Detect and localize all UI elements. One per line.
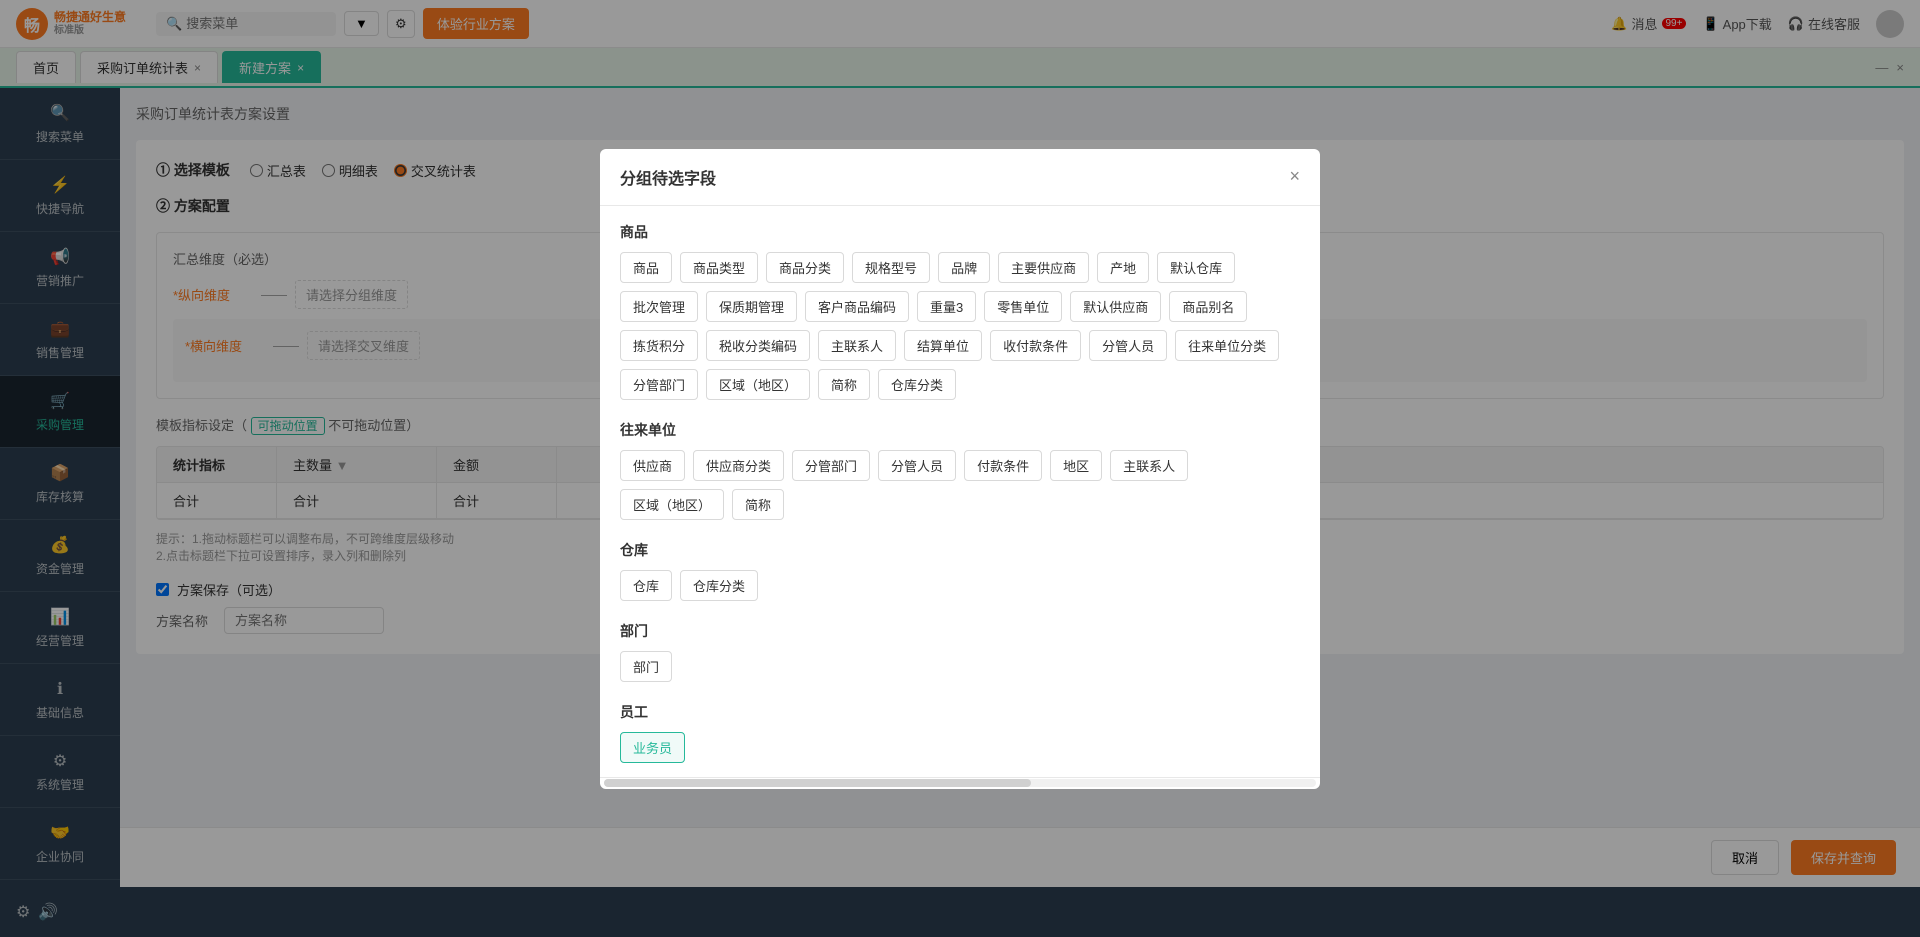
field-group-dept: 部门 部门: [620, 621, 1300, 682]
partner-group-title: 往来单位: [620, 420, 1300, 440]
field-chip[interactable]: 规格型号: [852, 252, 930, 283]
field-chip[interactable]: 区域（地区）: [620, 489, 724, 520]
field-chip[interactable]: 区域（地区）: [706, 369, 810, 400]
modal-hscroll[interactable]: [600, 777, 1320, 788]
field-chip[interactable]: 保质期管理: [706, 291, 797, 322]
field-chip[interactable]: 主联系人: [818, 330, 896, 361]
field-chip[interactable]: 默认仓库: [1157, 252, 1235, 283]
field-group-partner: 往来单位 供应商 供应商分类 分管部门 分管人员 付款条件 地区 主联系人 区域…: [620, 420, 1300, 520]
field-group-warehouse: 仓库 仓库 仓库分类: [620, 540, 1300, 601]
field-chip[interactable]: 分管人员: [1089, 330, 1167, 361]
dept-group-title: 部门: [620, 621, 1300, 641]
field-chip[interactable]: 往来单位分类: [1175, 330, 1279, 361]
field-chip[interactable]: 仓库分类: [680, 570, 758, 601]
field-chip[interactable]: 品牌: [938, 252, 990, 283]
warehouse-group-title: 仓库: [620, 540, 1300, 560]
field-chip[interactable]: 仓库分类: [878, 369, 956, 400]
modal-body: 商品 商品 商品类型 商品分类 规格型号 品牌 主要供应商 产地 默认仓库 批次…: [600, 206, 1320, 778]
dept-chips: 部门: [620, 651, 1300, 682]
field-chip[interactable]: 税收分类编码: [706, 330, 810, 361]
field-chip[interactable]: 商品: [620, 252, 672, 283]
field-chip[interactable]: 供应商分类: [693, 450, 784, 481]
employee-chips: 业务员: [620, 732, 1300, 763]
field-chip[interactable]: 部门: [620, 651, 672, 682]
field-chip[interactable]: 商品别名: [1169, 291, 1247, 322]
field-chip[interactable]: 商品分类: [766, 252, 844, 283]
field-chip[interactable]: 收付款条件: [990, 330, 1081, 361]
field-chip[interactable]: 客户商品编码: [805, 291, 909, 322]
field-chip[interactable]: 仓库: [620, 570, 672, 601]
goods-chips: 商品 商品类型 商品分类 规格型号 品牌 主要供应商 产地 默认仓库 批次管理 …: [620, 252, 1300, 400]
field-chip[interactable]: 分管人员: [878, 450, 956, 481]
field-group-goods: 商品 商品 商品类型 商品分类 规格型号 品牌 主要供应商 产地 默认仓库 批次…: [620, 222, 1300, 400]
field-chip[interactable]: 商品类型: [680, 252, 758, 283]
field-chip[interactable]: 零售单位: [984, 291, 1062, 322]
field-chip[interactable]: 分管部门: [620, 369, 698, 400]
field-chip[interactable]: 简称: [732, 489, 784, 520]
field-chip[interactable]: 默认供应商: [1070, 291, 1161, 322]
goods-group-title: 商品: [620, 222, 1300, 242]
warehouse-chips: 仓库 仓库分类: [620, 570, 1300, 601]
modal-title: 分组待选字段: [620, 165, 716, 189]
hscroll-thumb[interactable]: [604, 779, 1031, 787]
field-group-employee: 员工 业务员: [620, 702, 1300, 763]
field-chip-employee[interactable]: 业务员: [620, 732, 685, 763]
modal-header: 分组待选字段 ×: [600, 149, 1320, 206]
field-chip[interactable]: 付款条件: [964, 450, 1042, 481]
field-chip[interactable]: 结算单位: [904, 330, 982, 361]
field-chip[interactable]: 地区: [1050, 450, 1102, 481]
field-select-modal: 分组待选字段 × 商品 商品 商品类型 商品分类 规格型号 品牌 主要供应商 产…: [600, 149, 1320, 789]
field-chip[interactable]: 拣货积分: [620, 330, 698, 361]
employee-group-title: 员工: [620, 702, 1300, 722]
field-chip[interactable]: 重量3: [917, 291, 976, 322]
field-chip[interactable]: 主联系人: [1110, 450, 1188, 481]
modal-overlay[interactable]: 分组待选字段 × 商品 商品 商品类型 商品分类 规格型号 品牌 主要供应商 产…: [0, 0, 1920, 937]
modal-close-btn[interactable]: ×: [1289, 166, 1300, 187]
field-chip[interactable]: 产地: [1097, 252, 1149, 283]
field-chip[interactable]: 供应商: [620, 450, 685, 481]
field-chip[interactable]: 简称: [818, 369, 870, 400]
field-chip[interactable]: 分管部门: [792, 450, 870, 481]
field-chip[interactable]: 批次管理: [620, 291, 698, 322]
field-chip[interactable]: 主要供应商: [998, 252, 1089, 283]
partner-chips: 供应商 供应商分类 分管部门 分管人员 付款条件 地区 主联系人 区域（地区） …: [620, 450, 1300, 520]
